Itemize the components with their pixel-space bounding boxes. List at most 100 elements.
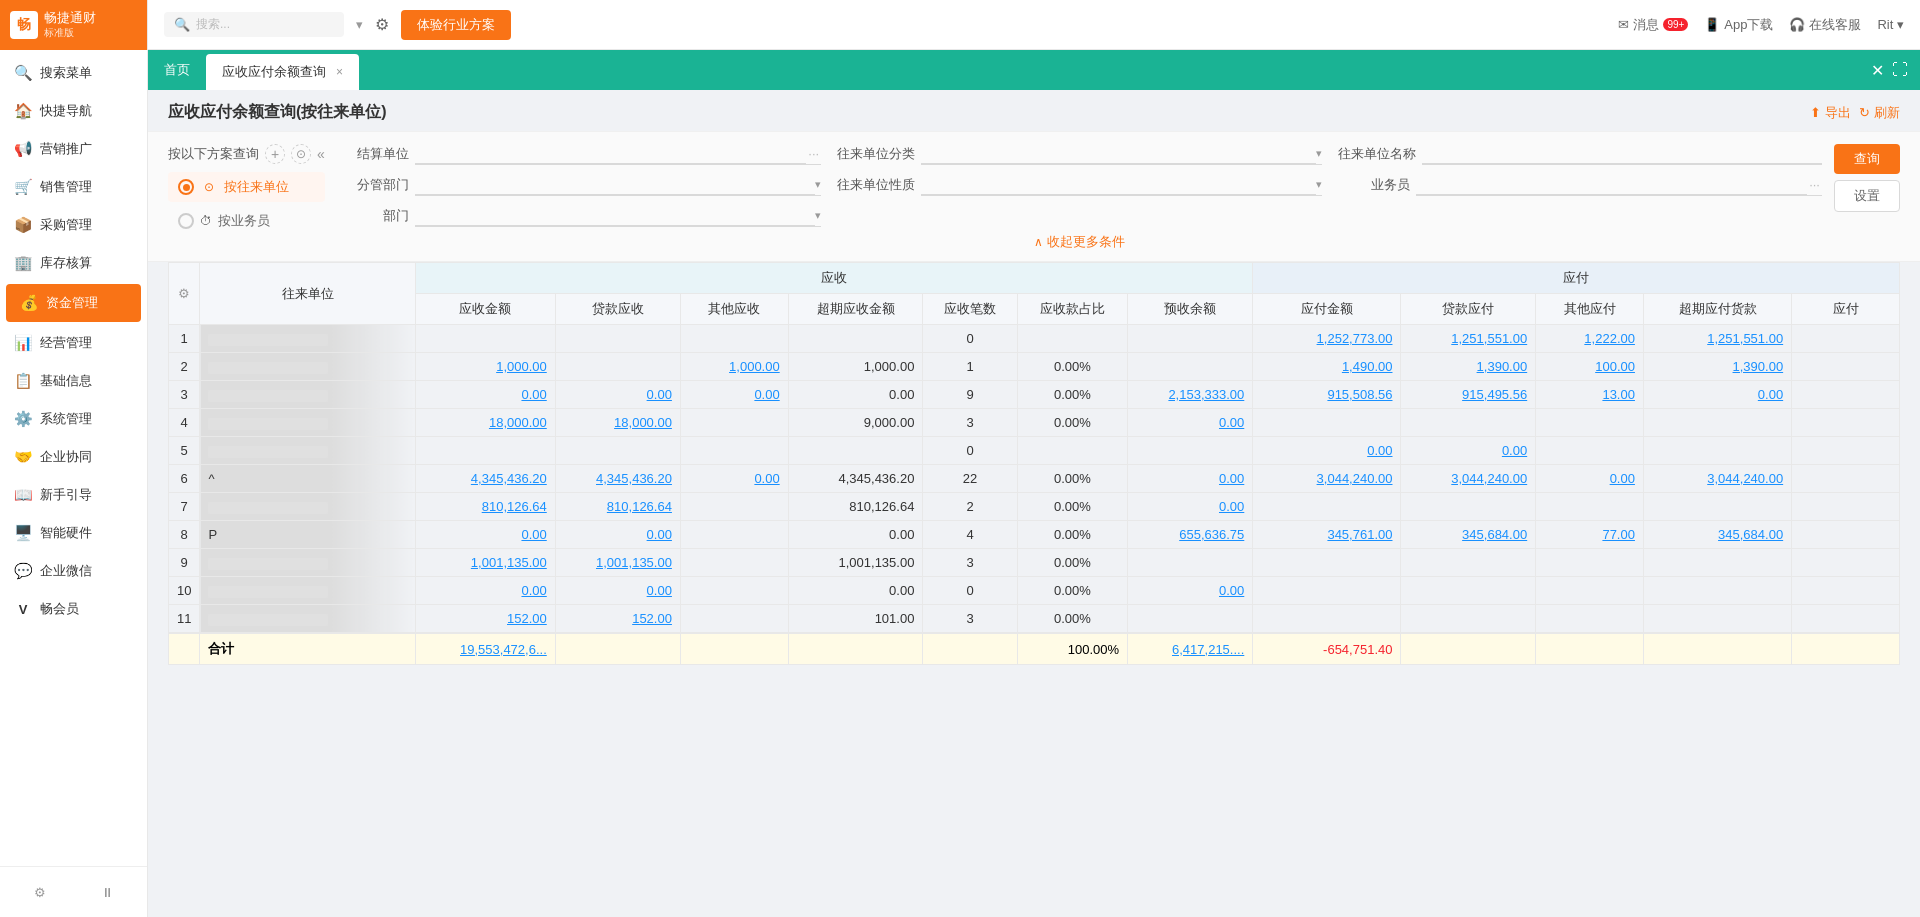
summary-ar-count <box>923 633 1017 665</box>
table-wrap: ⚙ 往来单位 应收 应付 应收金额 贷款应收 其他应收 超期应收金额 应收笔数 … <box>148 262 1920 917</box>
page-title: 应收应付余额查询(按往来单位) <box>168 102 387 123</box>
manage-dept-chevron[interactable]: ▾ <box>815 178 821 191</box>
header-cta-button[interactable]: 体验行业方案 <box>401 10 511 40</box>
sidebar-item-quick-nav[interactable]: 🏠 快捷导航 <box>0 92 147 130</box>
summary-ar-amount-link[interactable]: 19,553,472,6... <box>460 642 547 657</box>
sidebar-item-smart-hw[interactable]: 🖥️ 智能硬件 <box>0 514 147 552</box>
partner-nature-wrap: ▾ <box>921 173 1321 196</box>
sidebar-item-enterprise-wechat[interactable]: 💬 企业微信 <box>0 552 147 590</box>
tab-bar-right: ✕ ⛶ <box>1871 61 1920 80</box>
sidebar-item-marketing[interactable]: 📢 营销推广 <box>0 130 147 168</box>
scheme-by-salesman[interactable]: ⏱ 按业务员 <box>168 206 325 236</box>
filter-department: 部门 ▾ <box>337 204 821 227</box>
data-table: ⚙ 往来单位 应收 应付 应收金额 贷款应收 其他应收 超期应收金额 应收笔数 … <box>168 262 1900 665</box>
table-row: 101,252,773.001,251,551.001,222.001,251,… <box>169 325 1900 353</box>
filter-collapse-btn[interactable]: ∧ 收起更多条件 <box>1034 233 1124 251</box>
partner-category-input[interactable] <box>921 142 1315 164</box>
summary-ar-amount: 19,553,472,6... <box>416 633 556 665</box>
header-user-btn[interactable]: Rit ▾ <box>1877 17 1904 32</box>
header-message-btn[interactable]: ✉ 消息 99+ <box>1618 16 1688 34</box>
summary-ap-other <box>1536 633 1644 665</box>
add-scheme-btn[interactable]: + <box>265 144 285 164</box>
summary-advance-balance-link[interactable]: 6,417,215.... <box>1172 642 1244 657</box>
table-row: 30.000.000.000.0090.00%2,153,333.00915,5… <box>169 381 1900 409</box>
header-online-service-btn[interactable]: 🎧 在线客服 <box>1789 16 1861 34</box>
settlement-unit-input[interactable] <box>415 142 807 164</box>
summary-ar-ratio: 100.00% <box>1017 633 1127 665</box>
partner-category-chevron[interactable]: ▾ <box>1316 147 1322 160</box>
refresh-icon: ↻ <box>1859 105 1870 120</box>
sidebar-item-base-info[interactable]: 📋 基础信息 <box>0 362 147 400</box>
th-ar-loan: 贷款应收 <box>555 294 680 325</box>
clock-icon: ⏱ <box>200 214 212 228</box>
sidebar-item-purchase[interactable]: 📦 采购管理 <box>0 206 147 244</box>
header-search-area[interactable]: 🔍 搜索... <box>164 12 344 37</box>
header-chevron-icon[interactable]: ▾ <box>356 17 363 32</box>
table-settings-icon[interactable]: ⚙ <box>178 286 190 301</box>
tab-bar: 首页 应收应付余额查询 × ✕ ⛶ <box>148 50 1920 90</box>
sidebar-item-system[interactable]: ⚙️ 系统管理 <box>0 400 147 438</box>
scheme-settings-btn[interactable]: ⊙ <box>291 144 311 164</box>
scheme-label: 按以下方案查询 <box>168 145 259 163</box>
table-row: 418,000.0018,000.009,000.0030.00%0.00 <box>169 409 1900 437</box>
sidebar-collapse-btn[interactable]: ⏸ <box>78 877 138 907</box>
department-input[interactable] <box>415 204 815 226</box>
export-button[interactable]: ⬆ 导出 <box>1810 104 1851 122</box>
service-icon: 🎧 <box>1789 17 1805 32</box>
setting-button[interactable]: 设置 <box>1834 180 1900 212</box>
app-header: 🔍 搜索... ▾ ⚙ 体验行业方案 ✉ 消息 99+ 📱 App下载 🎧 在线… <box>148 0 1920 50</box>
logo-text: 畅捷通财 标准版 <box>44 10 96 40</box>
settlement-unit-dots[interactable]: ··· <box>806 146 821 161</box>
by-partner-icon: ⊙ <box>200 178 218 196</box>
sidebar-settings-btn[interactable]: ⚙ <box>10 877 70 907</box>
partner-nature-chevron[interactable]: ▾ <box>1316 178 1322 191</box>
filter-partner-category: 往来单位分类 ▾ <box>837 142 1321 165</box>
summary-row: 合计 19,553,472,6... 100.00% 6,417,215....… <box>169 633 1900 665</box>
summary-ar-other <box>680 633 788 665</box>
sidebar-item-inventory[interactable]: 🏢 库存核算 <box>0 244 147 282</box>
th-ar-overdue: 超期应收金额 <box>788 294 923 325</box>
summary-settings-cell <box>169 633 200 665</box>
tab-home[interactable]: 首页 <box>148 50 206 90</box>
salesman-input[interactable] <box>1416 173 1808 195</box>
sidebar-item-search-menu[interactable]: 🔍 搜索菜单 <box>0 54 147 92</box>
header-gear-icon[interactable]: ⚙ <box>375 15 389 34</box>
user-chevron-icon: ▾ <box>1897 17 1904 32</box>
logo-icon: 畅 <box>10 11 38 39</box>
finance-icon: 💰 <box>20 294 38 312</box>
th-ap-group: 应付 <box>1253 263 1900 294</box>
table-row: 6^4,345,436.204,345,436.200.004,345,436.… <box>169 465 1900 493</box>
filter-section: 按以下方案查询 + ⊙ « ⊙ 按往来单位 ⏱ <box>148 132 1920 262</box>
sidebar-item-sales[interactable]: 🛒 销售管理 <box>0 168 147 206</box>
sidebar-item-member[interactable]: V 畅会员 <box>0 590 147 628</box>
table-row: 21,000.001,000.001,000.0010.00%1,490.001… <box>169 353 1900 381</box>
search-icon: 🔍 <box>174 17 190 32</box>
tab-ar-ap-query[interactable]: 应收应付余额查询 × <box>206 54 359 90</box>
scheme-by-partner[interactable]: ⊙ 按往来单位 <box>168 172 325 202</box>
refresh-button[interactable]: ↻ 刷新 <box>1859 104 1900 122</box>
partner-name-wrap <box>1422 142 1822 165</box>
page-actions: ⬆ 导出 ↻ 刷新 <box>1810 104 1900 122</box>
salesman-dots[interactable]: ··· <box>1807 177 1822 192</box>
sidebar-item-enterprise-collab[interactable]: 🤝 企业协同 <box>0 438 147 476</box>
table-row: 91,001,135.001,001,135.001,001,135.0030.… <box>169 549 1900 577</box>
manage-dept-input[interactable] <box>415 173 815 195</box>
query-button[interactable]: 查询 <box>1834 144 1900 174</box>
sales-icon: 🛒 <box>14 178 32 196</box>
table-row: 100.000.000.0000.00%0.00 <box>169 577 1900 605</box>
scheme-collapse-btn[interactable]: « <box>317 146 325 162</box>
partner-nature-input[interactable] <box>921 173 1315 195</box>
sidebar-item-guide[interactable]: 📖 新手引导 <box>0 476 147 514</box>
partner-name-input[interactable] <box>1422 142 1822 164</box>
tab-expand-icon[interactable]: ⛶ <box>1892 61 1908 79</box>
header-app-download-btn[interactable]: 📱 App下载 <box>1704 16 1773 34</box>
department-chevron[interactable]: ▾ <box>815 209 821 222</box>
tab-close-icon[interactable]: × <box>336 65 343 79</box>
sidebar-item-operations[interactable]: 📊 经营管理 <box>0 324 147 362</box>
message-icon: ✉ <box>1618 17 1629 32</box>
filter-left-panel: 按以下方案查询 + ⊙ « ⊙ 按往来单位 ⏱ <box>168 142 325 236</box>
sidebar-item-finance[interactable]: 💰 资金管理 <box>6 284 141 322</box>
tab-close-window-icon[interactable]: ✕ <box>1871 61 1884 80</box>
app-download-icon: 📱 <box>1704 17 1720 32</box>
filter-partner-name: 往来单位名称 <box>1338 142 1822 165</box>
